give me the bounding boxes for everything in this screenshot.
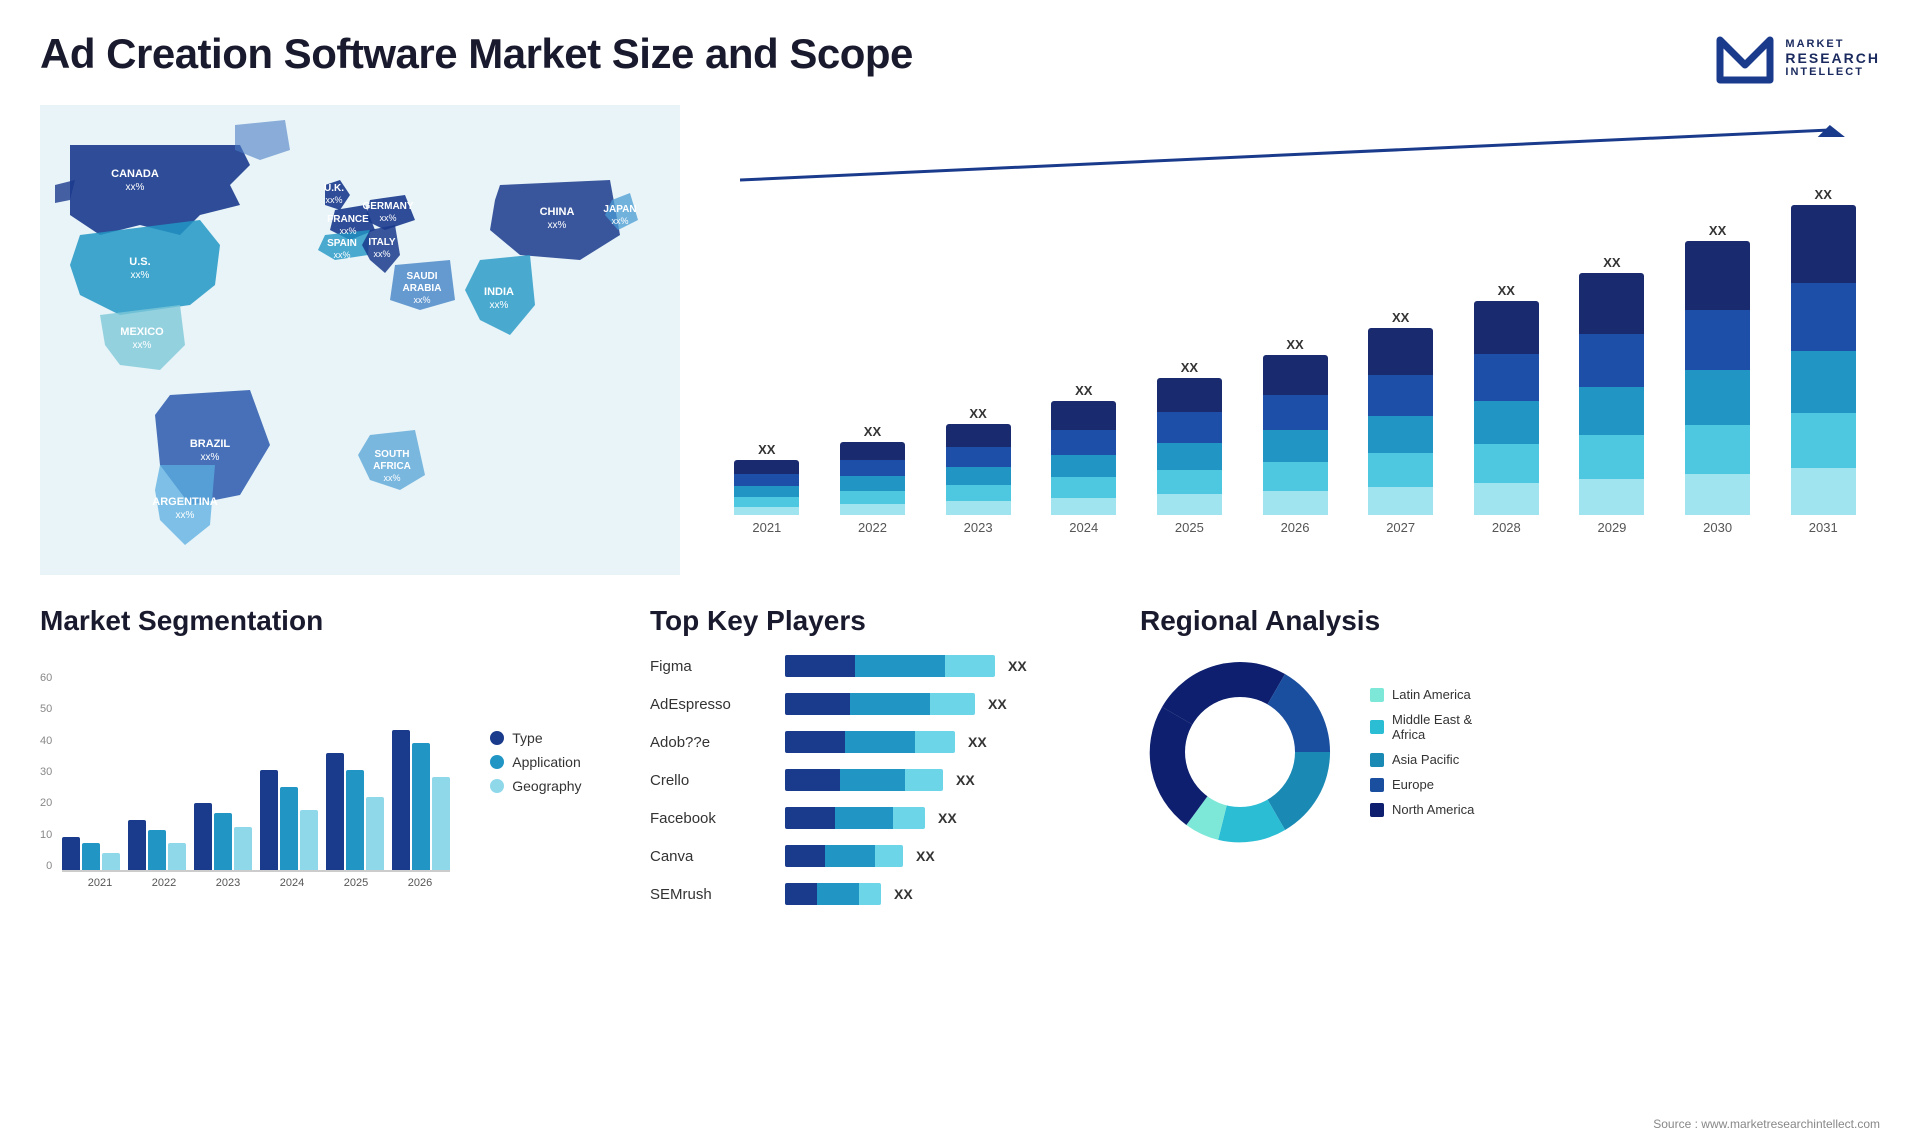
source-text: Source : www.marketresearchintellect.com [1653,1117,1880,1131]
growth-bar-group: XX [1037,383,1131,515]
player-adespresso: AdEspresso [650,690,770,718]
growth-bar-group: XX [931,406,1025,515]
svg-text:JAPAN: JAPAN [603,204,636,215]
svg-text:xx%: xx% [490,300,509,311]
players-title: Top Key Players [650,605,1110,637]
svg-text:AFRICA: AFRICA [373,461,411,472]
svg-text:xx%: xx% [339,226,356,236]
player-canva: Canva [650,842,770,870]
player-adobe: Adob??e [650,728,770,756]
seg-bar-group [326,753,384,870]
seg-bar-group [128,820,186,870]
regional-donut-chart [1140,652,1340,852]
svg-text:xx%: xx% [413,295,430,305]
svg-text:SOUTH: SOUTH [375,449,410,460]
svg-text:xx%: xx% [548,220,567,231]
legend-geo-dot [490,779,504,793]
legend-europe-dot [1370,778,1384,792]
legend-type-dot [490,731,504,745]
svg-text:xx%: xx% [383,473,400,483]
segmentation-title: Market Segmentation [40,605,620,637]
legend-app-label: Application [512,754,581,770]
growth-bar-group: XX [720,442,814,515]
svg-text:ITALY: ITALY [368,237,396,248]
svg-text:xx%: xx% [373,249,390,259]
legend-geo-label: Geography [512,778,581,794]
growth-bar-group: XX [1248,337,1342,515]
svg-text:GERMANY: GERMANY [362,201,413,212]
growth-chart-section: XXXXXXXXXXXXXXXXXXXXXX 20212022202320242… [710,105,1880,585]
seg-bar-group [260,770,318,870]
growth-bar-group: XX [1143,360,1237,515]
svg-text:SAUDI: SAUDI [406,271,437,282]
seg-bar-group [194,803,252,870]
logo-line2: RESEARCH [1785,50,1880,66]
svg-text:xx%: xx% [333,250,350,260]
legend-europe-label: Europe [1392,777,1434,792]
svg-text:BRAZIL: BRAZIL [190,438,231,450]
svg-text:xx%: xx% [131,270,150,281]
legend-latin-dot [1370,688,1384,702]
svg-text:CHINA: CHINA [540,206,575,218]
growth-bar-group: XX [826,424,920,515]
canada-label: CANADA [111,168,159,180]
svg-text:FRANCE: FRANCE [327,214,369,225]
logo-line3: INTELLECT [1785,66,1880,78]
player-figma: Figma [650,652,770,680]
legend-apac-label: Asia Pacific [1392,752,1459,767]
growth-bar-group: XX [1459,283,1553,515]
legend-mea-label: Middle East &Africa [1392,712,1472,742]
growth-bar-group: XX [1565,255,1659,515]
logo: MARKET RESEARCH INTELLECT [1715,30,1880,85]
player-crello: Crello [650,766,770,794]
player-semrush: SEMrush [650,880,770,908]
svg-text:xx%: xx% [325,195,342,205]
svg-text:U.K.: U.K. [324,183,344,194]
player-facebook: Facebook [650,804,770,832]
svg-text:ARGENTINA: ARGENTINA [152,496,217,508]
page-title: Ad Creation Software Market Size and Sco… [40,30,913,78]
regional-section: Regional Analysis [1140,605,1880,908]
svg-text:xx%: xx% [379,213,396,223]
legend-latin-label: Latin America [1392,687,1471,702]
world-map-section: CANADA xx% U.S. xx% MEXICO xx% BRAZIL xx… [40,105,680,585]
legend-na-label: North America [1392,802,1474,817]
svg-text:xx%: xx% [201,452,220,463]
logo-icon [1715,30,1775,85]
logo-line1: MARKET [1785,38,1880,50]
segmentation-section: Market Segmentation 60 50 40 30 20 10 0 [40,605,620,908]
players-section: Top Key Players Figma AdEspresso Adob??e… [650,605,1110,908]
legend-app-dot [490,755,504,769]
players-bars-list: XX XX [785,652,1110,908]
svg-text:ARABIA: ARABIA [403,283,442,294]
svg-text:xx%: xx% [126,182,145,193]
segmentation-legend: Type Application Geography [490,652,581,872]
svg-text:MEXICO: MEXICO [120,326,164,338]
world-map-svg: CANADA xx% U.S. xx% MEXICO xx% BRAZIL xx… [40,105,680,575]
regional-legend: Latin America Middle East &Africa Asia P… [1370,687,1474,817]
svg-text:INDIA: INDIA [484,286,514,298]
growth-bar-group: XX [1671,223,1765,515]
regional-title: Regional Analysis [1140,605,1880,637]
svg-text:xx%: xx% [611,216,628,226]
players-names-list: Figma AdEspresso Adob??e Crello Facebook… [650,652,770,908]
svg-text:xx%: xx% [176,510,195,521]
legend-mea-dot [1370,720,1384,734]
seg-bar-group [392,730,450,870]
seg-bar-group [62,837,120,870]
growth-bars-container: XXXXXXXXXXXXXXXXXXXXXX [710,135,1880,515]
growth-bar-group: XX [1776,187,1870,515]
svg-text:U.S.: U.S. [129,256,150,268]
legend-apac-dot [1370,753,1384,767]
legend-na-dot [1370,803,1384,817]
svg-text:SPAIN: SPAIN [327,238,357,249]
growth-bar-group: XX [1354,310,1448,515]
svg-text:xx%: xx% [133,340,152,351]
legend-type-label: Type [512,730,542,746]
